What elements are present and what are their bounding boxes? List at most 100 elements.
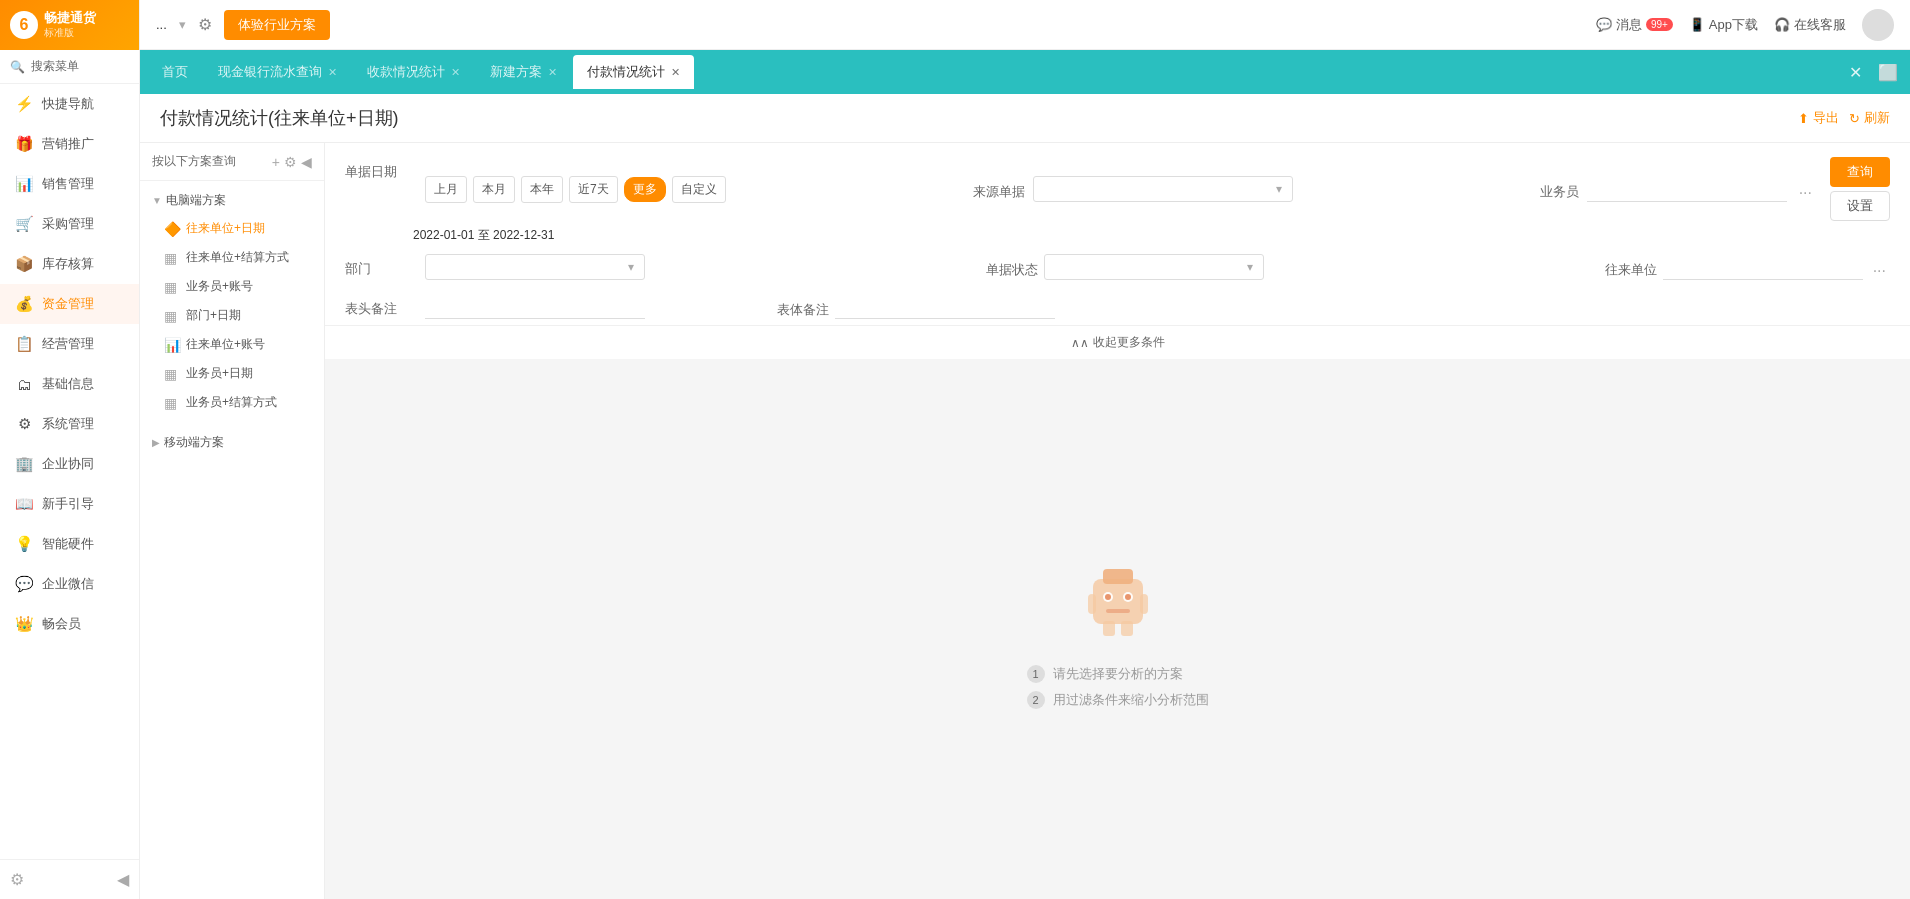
sidebar-item-finance[interactable]: 💰 资金管理	[0, 284, 139, 324]
sidebar-item-quick-nav[interactable]: ⚡ 快捷导航	[0, 84, 139, 124]
scheme-mobile-header[interactable]: ▶ 移动端方案	[140, 429, 324, 456]
sidebar-item-newbie[interactable]: 📖 新手引导	[0, 484, 139, 524]
sidebar-item-basic[interactable]: 🗂 基础信息	[0, 364, 139, 404]
scheme-collapse-icon[interactable]: ◀	[301, 154, 312, 170]
scheme-add-icon[interactable]: +	[272, 154, 280, 170]
topbar-settings-icon[interactable]: ⚙	[198, 15, 212, 34]
scheme-item-salesperson-date[interactable]: ▦ 业务员+日期	[140, 359, 324, 388]
body-note-input[interactable]	[835, 294, 1055, 319]
scheme-item-dept-date[interactable]: ▦ 部门+日期	[140, 301, 324, 330]
scheme-item-partner-settlement[interactable]: ▦ 往来单位+结算方式	[140, 243, 324, 272]
btn-more[interactable]: 更多	[624, 177, 666, 202]
scheme-item-label-5: 业务员+日期	[186, 365, 253, 382]
scheme-item-label-6: 业务员+结算方式	[186, 394, 277, 411]
refresh-btn[interactable]: ↻ 刷新	[1849, 109, 1890, 127]
scheme-item-partner-account[interactable]: 📊 往来单位+账号	[140, 330, 324, 359]
tab-payable-close[interactable]: ✕	[671, 66, 680, 79]
basic-icon: 🗂	[14, 374, 34, 394]
tab-receivable-close[interactable]: ✕	[451, 66, 460, 79]
message-icon: 💬	[1596, 17, 1612, 32]
sidebar-label-basic: 基础信息	[42, 375, 94, 393]
sidebar-item-inventory[interactable]: 📦 库存核算	[0, 244, 139, 284]
scheme-item-icon-6: ▦	[164, 395, 180, 411]
btn-this-year[interactable]: 本年	[521, 176, 563, 203]
note-content: 表体备注	[425, 294, 1890, 319]
doc-status-select[interactable]: ▾	[1044, 254, 1264, 280]
scheme-item-icon-0: 🔶	[164, 221, 180, 237]
marketing-icon: 🎁	[14, 134, 34, 154]
scheme-desktop-header[interactable]: ▼ 电脑端方案	[140, 187, 324, 214]
svg-rect-8	[1140, 594, 1148, 614]
dept-content: ▾ 单据状态 ▾ 往来单位 ...	[425, 254, 1890, 280]
scheme-settings-icon[interactable]: ⚙	[284, 154, 297, 170]
sidebar-item-member[interactable]: 👑 畅会员	[0, 604, 139, 644]
tab-bank-flow[interactable]: 现金银行流水查询 ✕	[204, 55, 351, 89]
scheme-item-salesperson-account[interactable]: ▦ 业务员+账号	[140, 272, 324, 301]
tab-window-close-icon[interactable]: ✕	[1845, 59, 1866, 86]
source-select[interactable]: ▾	[1033, 176, 1293, 202]
sidebar: 6 畅捷通货 标准版 🔍 搜索菜单 ⚡ 快捷导航 🎁 营销推广 📊 销售管理 🛒…	[0, 0, 140, 899]
dept-select[interactable]: ▾	[425, 254, 645, 280]
logo-icon: 6	[10, 11, 38, 39]
tab-receivable[interactable]: 收款情况统计 ✕	[353, 55, 474, 89]
topbar-dropdown-icon[interactable]: ▾	[179, 17, 186, 32]
collapse-more-btn[interactable]: ∧∧ 收起更多条件	[325, 325, 1910, 359]
empty-tip-2: 2 用过滤条件来缩小分析范围	[1027, 691, 1209, 709]
user-avatar[interactable]	[1862, 9, 1894, 41]
message-btn[interactable]: 💬 消息 99+	[1596, 16, 1673, 34]
doc-status-label: 单据状态	[986, 255, 1038, 279]
tab-home-label: 首页	[162, 63, 188, 81]
salesperson-input[interactable]	[1587, 177, 1787, 202]
sidebar-item-purchase[interactable]: 🛒 采购管理	[0, 204, 139, 244]
tab-maximize-icon[interactable]: ⬜	[1874, 59, 1902, 86]
member-icon: 👑	[14, 614, 34, 634]
salesperson-dots[interactable]: ...	[1795, 176, 1816, 202]
header-note-input[interactable]	[425, 294, 645, 319]
trial-btn[interactable]: 体验行业方案	[224, 10, 330, 40]
app-download-btn[interactable]: 📱 App下载	[1689, 16, 1758, 34]
newbie-icon: 📖	[14, 494, 34, 514]
empty-illustration	[1068, 549, 1168, 649]
settings-btn[interactable]: 设置	[1830, 191, 1890, 221]
scheme-item-salesperson-settlement[interactable]: ▦ 业务员+结算方式	[140, 388, 324, 417]
svg-rect-1	[1103, 569, 1133, 584]
sidebar-label-operation: 经营管理	[42, 335, 94, 353]
settings-footer-icon[interactable]: ⚙	[10, 870, 24, 889]
online-service-btn[interactable]: 🎧 在线客服	[1774, 16, 1846, 34]
partner-input[interactable]	[1663, 255, 1863, 280]
btn-last7[interactable]: 近7天	[569, 176, 618, 203]
query-btn[interactable]: 查询	[1830, 157, 1890, 187]
btn-this-month[interactable]: 本月	[473, 176, 515, 203]
sidebar-item-hardware[interactable]: 💡 智能硬件	[0, 524, 139, 564]
partner-dots[interactable]: ...	[1869, 254, 1890, 280]
tab-new-scheme-close[interactable]: ✕	[548, 66, 557, 79]
collapse-sidebar-icon[interactable]: ◀	[117, 870, 129, 889]
scheme-item-label-2: 业务员+账号	[186, 278, 253, 295]
btn-last-month[interactable]: 上月	[425, 176, 467, 203]
sidebar-item-enterprise[interactable]: 🏢 企业协同	[0, 444, 139, 484]
source-label: 来源单据	[973, 177, 1025, 201]
scheme-item-partner-date[interactable]: 🔶 往来单位+日期	[140, 214, 324, 243]
sidebar-nav: ⚡ 快捷导航 🎁 营销推广 📊 销售管理 🛒 采购管理 📦 库存核算 💰 资金管…	[0, 84, 139, 859]
message-label: 消息	[1616, 16, 1642, 34]
sidebar-item-wechat[interactable]: 💬 企业微信	[0, 564, 139, 604]
tab-new-scheme[interactable]: 新建方案 ✕	[476, 55, 571, 89]
page-header-actions: ⬆ 导出 ↻ 刷新	[1798, 109, 1890, 127]
tab-bank-flow-close[interactable]: ✕	[328, 66, 337, 79]
tab-bank-flow-label: 现金银行流水查询	[218, 63, 322, 81]
sidebar-item-system[interactable]: ⚙ 系统管理	[0, 404, 139, 444]
search-menu[interactable]: 🔍 搜索菜单	[0, 50, 139, 84]
export-btn[interactable]: ⬆ 导出	[1798, 109, 1839, 127]
export-label: 导出	[1813, 109, 1839, 127]
tab-home[interactable]: 首页	[148, 55, 202, 89]
tab-payable[interactable]: 付款情况统计 ✕	[573, 55, 694, 89]
sidebar-label-quick-nav: 快捷导航	[42, 95, 94, 113]
sidebar-item-marketing[interactable]: 🎁 营销推广	[0, 124, 139, 164]
scheme-item-label-0: 往来单位+日期	[186, 220, 265, 237]
content-area: 付款情况统计(往来单位+日期) ⬆ 导出 ↻ 刷新 按以下方案查询	[140, 94, 1910, 899]
sidebar-item-operation[interactable]: 📋 经营管理	[0, 324, 139, 364]
btn-custom[interactable]: 自定义	[672, 176, 726, 203]
sidebar-label-newbie: 新手引导	[42, 495, 94, 513]
mobile-arrow-icon: ▶	[152, 437, 160, 448]
sidebar-item-sales[interactable]: 📊 销售管理	[0, 164, 139, 204]
